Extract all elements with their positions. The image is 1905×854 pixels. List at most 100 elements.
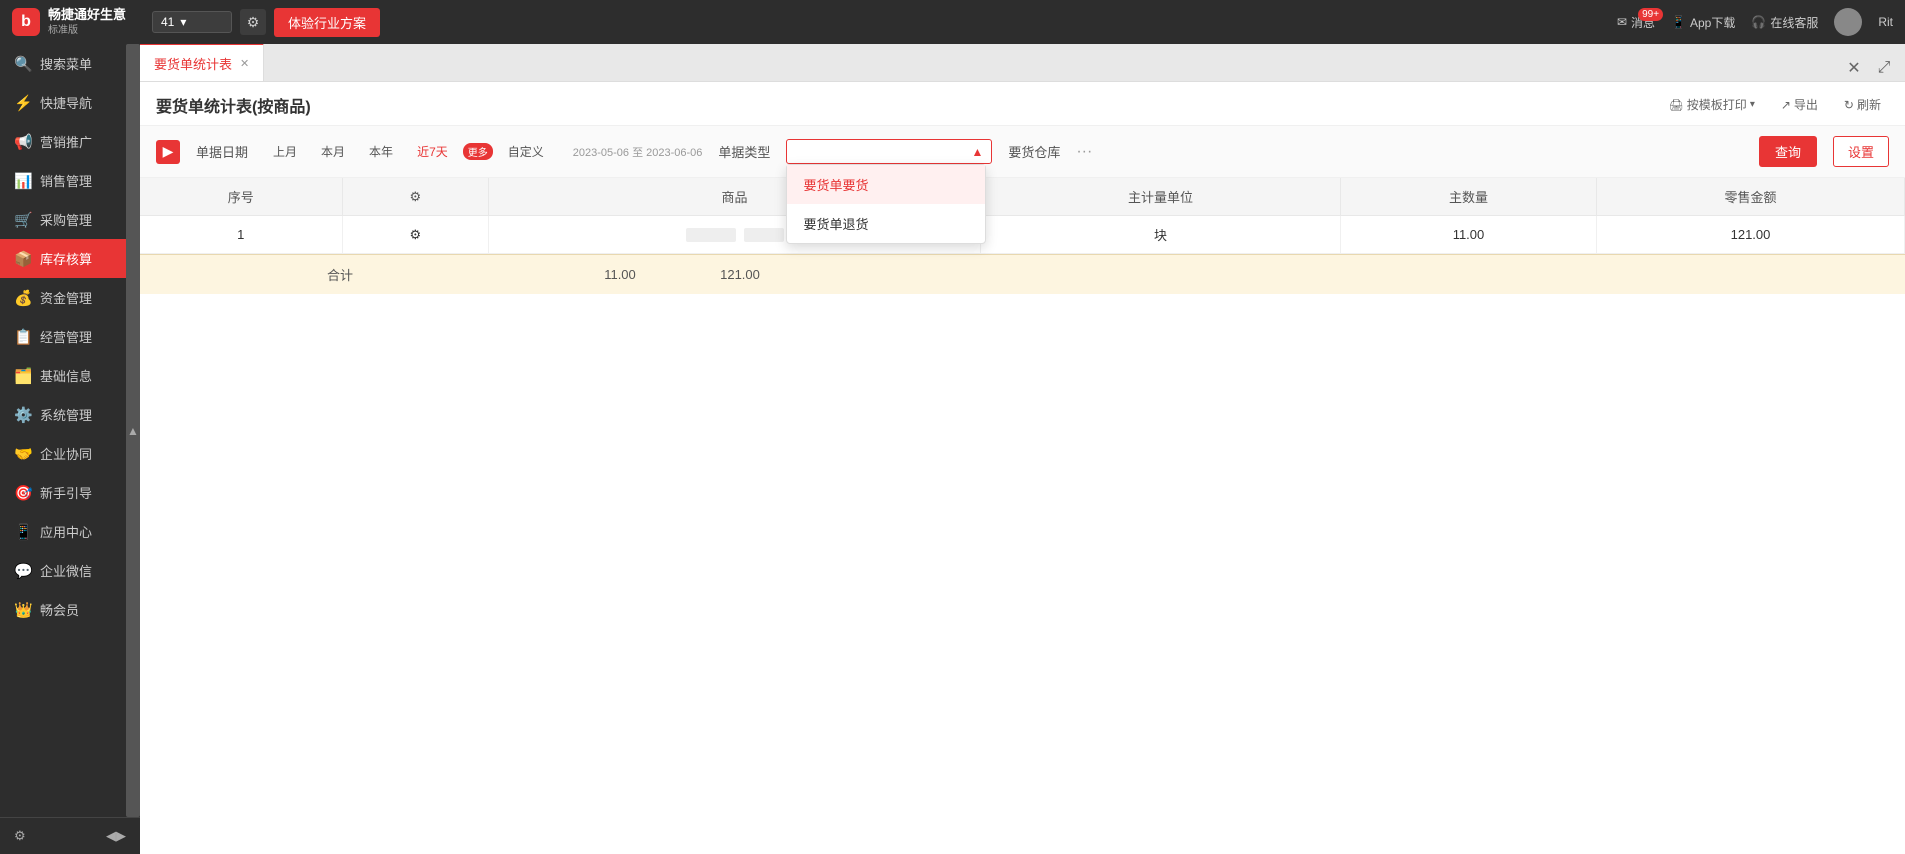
dropdown-item-order[interactable]: 要货单要货 [787, 165, 985, 204]
col-header-quantity: 主数量 [1340, 178, 1596, 216]
sidebar-item-finance[interactable]: 💰资金管理 [0, 278, 126, 317]
close-tab-button[interactable]: ✕ [1841, 55, 1867, 81]
sidebar: 🔍搜索菜单⚡快捷导航📢营销推广📊销售管理🛒采购管理 📦 库存核算 💰资金管理 📋 经营管理… [0, 44, 140, 854]
export-button[interactable]: ↗ 导出 [1773, 92, 1826, 117]
custom-date-btn[interactable]: 自定义 [499, 139, 553, 164]
row-quantity-cell[interactable]: 11.00 [1340, 216, 1596, 254]
dropdown-item-return[interactable]: 要货单退货 [787, 204, 985, 243]
warehouse-filter-label: 要货仓库 [1008, 142, 1060, 161]
sidebar-item-wechat[interactable]: 💬企业微信 [0, 551, 126, 590]
logo-sub: 标准版 [48, 24, 126, 37]
query-button[interactable]: 查询 [1759, 136, 1817, 167]
gear-button[interactable]: ⚙ [240, 9, 266, 35]
tab-selector[interactable]: 41 ▾ [152, 11, 232, 33]
sidebar-item-search[interactable]: 🔍搜索菜单 [0, 44, 126, 83]
row-amount-cell[interactable]: 121.00 [1596, 216, 1904, 254]
operation-icon: 📋 [14, 328, 32, 346]
app-center-icon: 📱 [14, 523, 32, 541]
sales-icon: 📊 [14, 172, 32, 190]
sidebar-scroll[interactable]: ▲ [126, 44, 140, 817]
filter-date-buttons: 上月 本月 本年 近7天 更多 自定义 [264, 139, 553, 164]
online-service-button[interactable]: 🎧 在线客服 [1751, 14, 1818, 31]
cur-year-btn[interactable]: 本年 [360, 139, 402, 164]
sidebar-item-app-center[interactable]: 📱 应用中心 [0, 512, 126, 551]
sidebar-item-marketing[interactable]: 📢营销推广 [0, 122, 126, 161]
service-icon: 🎧 [1751, 15, 1766, 29]
tab-bar-actions: ✕ ⤢ [1841, 55, 1905, 81]
logo-area: b 畅捷通好生意 标准版 [12, 7, 152, 37]
messages-badge: 99+ [1638, 8, 1663, 21]
print-label: 按模板打印 [1687, 96, 1747, 113]
online-service-label: 在线客服 [1770, 14, 1818, 31]
filter-type-select[interactable]: ▲ [786, 139, 992, 164]
user-avatar[interactable] [1834, 8, 1862, 36]
settings-button-filter[interactable]: 设置 [1833, 136, 1889, 167]
export-label: 导出 [1794, 96, 1818, 113]
page-actions: 🖨 按模板打印 ▾ ↗ 导出 ↻ 刷新 [1661, 92, 1889, 117]
date-range-text: 2023-05-06 至 2023-06-06 [573, 144, 703, 160]
tab-label-order-stats: 要货单统计表 [154, 54, 232, 73]
system-icon: ⚙️ [14, 406, 32, 424]
sidebar-item-quick-nav[interactable]: ⚡快捷导航 [0, 83, 126, 122]
messages-button[interactable]: ✉ 消息 99+ [1617, 14, 1655, 31]
warehouse-more-icon[interactable]: ··· [1076, 143, 1092, 161]
sidebar-label-inventory: 库存核算 [40, 249, 92, 268]
sidebar-item-purchase[interactable]: 🛒采购管理 [0, 200, 126, 239]
sidebar-label-app-center: 应用中心 [40, 522, 92, 541]
filter-expand-button[interactable]: ▶ [156, 140, 180, 164]
sidebar-bottom: ⚙ ◀▶ [0, 817, 140, 854]
tab-close-order-stats[interactable]: ✕ [240, 57, 249, 70]
inventory-icon: 📦 [14, 250, 32, 268]
week-btn[interactable]: 近7天 [408, 139, 457, 164]
col-header-settings: ⚙ [342, 178, 489, 216]
phone-icon: 📱 [1671, 15, 1686, 29]
page-header: 要货单统计表(按商品) 🖨 按模板打印 ▾ ↗ 导出 ↻ 刷新 [140, 82, 1905, 126]
tab-items-container: 首页库存批次账✕收发存汇总表✕要货单统计表✕ [140, 44, 264, 81]
sidebar-item-system[interactable]: ⚙️系统管理 [0, 395, 126, 434]
sidebar-label-member: 畅会员 [40, 600, 79, 619]
more-date-badge[interactable]: 更多 [463, 143, 493, 160]
sidebar-item-sales[interactable]: 📊销售管理 [0, 161, 126, 200]
refresh-label: 刷新 [1857, 96, 1881, 113]
type-select-input[interactable] [795, 144, 971, 159]
app-download-button[interactable]: 📱 App下载 [1671, 14, 1735, 31]
filter-type-container: ▲ 要货单要货要货单退货 [786, 139, 992, 164]
search-icon: 🔍 [14, 55, 32, 73]
sidebar-item-inventory[interactable]: 📦 库存核算 [0, 239, 126, 278]
sidebar-item-enterprise[interactable]: 🤝企业协同 [0, 434, 126, 473]
footer-label: 合计 [240, 265, 440, 284]
sidebar-label-operation: 经营管理 [40, 327, 92, 346]
main-layout: 🔍搜索菜单⚡快捷导航📢营销推广📊销售管理🛒采购管理 📦 库存核算 💰资金管理 📋 经营管理… [0, 44, 1905, 854]
settings-button[interactable]: ⚙ [14, 828, 26, 844]
expand-tab-button[interactable]: ⤢ [1871, 55, 1897, 81]
print-button[interactable]: 🖨 按模板打印 ▾ [1661, 92, 1763, 117]
collapse-button[interactable]: ◀▶ [106, 828, 126, 844]
tab-selector-value: 41 [161, 15, 174, 29]
sidebar-label-basic: 基础信息 [40, 366, 92, 385]
row-num-cell: 1 [140, 216, 342, 254]
export-icon: ↗ [1781, 98, 1791, 112]
cur-month-btn[interactable]: 本月 [312, 139, 354, 164]
refresh-button[interactable]: ↻ 刷新 [1836, 92, 1889, 117]
filter-row: ▶ 单据日期 上月 本月 本年 近7天 更多 自定义 2023-05-06 至 … [140, 126, 1905, 178]
sidebar-item-member[interactable]: 👑畅会员 [0, 590, 126, 629]
top-header: b 畅捷通好生意 标准版 41 ▾ ⚙ 体验行业方案 ✉ 消息 99+ 📱 Ap… [0, 0, 1905, 44]
tab-order-stats[interactable]: 要货单统计表 ✕ [140, 44, 264, 81]
sidebar-label-finance: 资金管理 [40, 288, 92, 307]
prev-month-btn[interactable]: 上月 [264, 139, 306, 164]
purchase-icon: 🛒 [14, 211, 32, 229]
sidebar-label-enterprise: 企业协同 [40, 444, 92, 463]
sidebar-item-operation[interactable]: 📋 经营管理 [0, 317, 126, 356]
sidebar-item-guide[interactable]: 🎯新手引导 [0, 473, 126, 512]
quick-nav-icon: ⚡ [14, 94, 32, 112]
row-settings-cell[interactable]: ⚙ [342, 216, 489, 254]
basic-icon: 🗂️ [14, 367, 32, 385]
refresh-icon: ↻ [1844, 98, 1854, 112]
type-dropdown: 要货单要货要货单退货 [786, 164, 986, 244]
sidebar-item-basic[interactable]: 🗂️ 基础信息 [0, 356, 126, 395]
col-header-row-num: 序号 [140, 178, 342, 216]
row-unit-cell: 块 [981, 216, 1341, 254]
type-select-arrow-up-icon[interactable]: ▲ [971, 145, 983, 159]
sidebar-items-container: 🔍搜索菜单⚡快捷导航📢营销推广📊销售管理🛒采购管理 📦 库存核算 💰资金管理 📋 经营管理… [0, 44, 126, 629]
trial-button[interactable]: 体验行业方案 [274, 8, 380, 37]
